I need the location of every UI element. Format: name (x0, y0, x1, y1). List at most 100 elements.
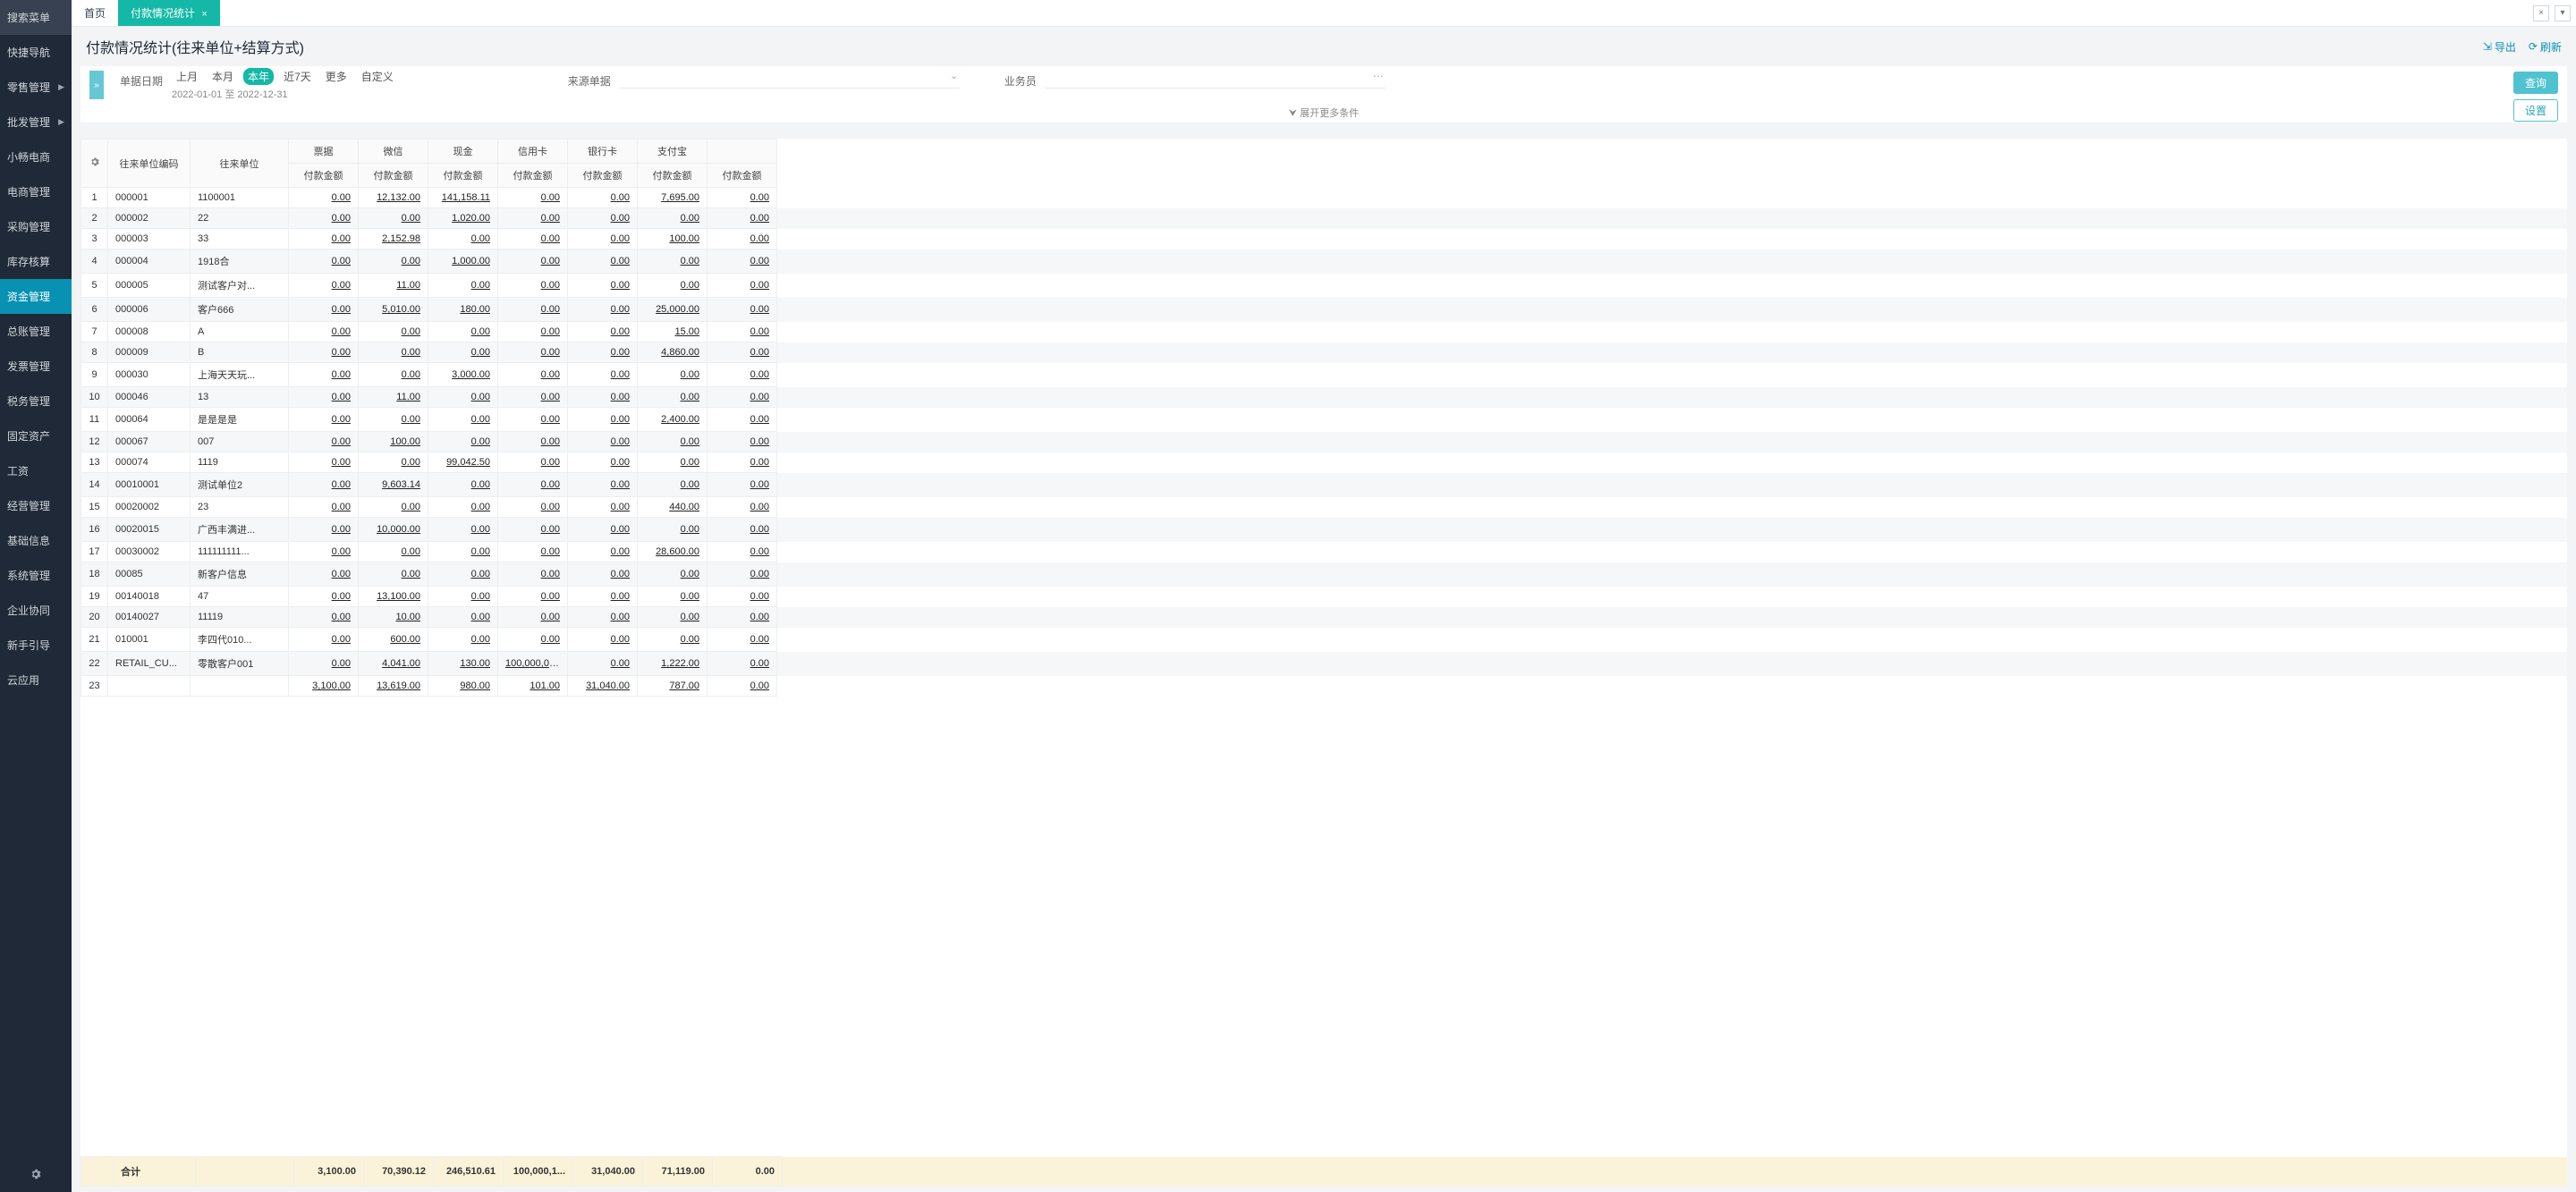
amount-link[interactable]: 28,600.00 (656, 546, 699, 557)
amount-link[interactable]: 0.00 (750, 681, 769, 691)
amount-link[interactable]: 0.00 (332, 392, 351, 402)
amount-link[interactable]: 0.00 (750, 569, 769, 579)
amount-link[interactable]: 0.00 (750, 369, 769, 380)
amount-link[interactable]: 0.00 (611, 658, 630, 669)
amount-link[interactable]: 0.00 (611, 304, 630, 315)
tab-close-all-icon[interactable]: × (2533, 5, 2549, 21)
col-partner-code[interactable]: 往来单位编码 (108, 139, 191, 188)
col-group-2[interactable]: 现金 (428, 139, 498, 164)
sidebar-item-cloud[interactable]: 云应用 (0, 663, 72, 697)
sidebar-item-guide[interactable]: 新手引导 (0, 628, 72, 663)
col-group-3[interactable]: 信用卡 (498, 139, 568, 164)
amount-link[interactable]: 0.00 (611, 280, 630, 291)
amount-link[interactable]: 0.00 (332, 591, 351, 602)
amount-link[interactable]: 0.00 (332, 369, 351, 380)
amount-link[interactable]: 600.00 (390, 634, 420, 645)
amount-link[interactable]: 0.00 (471, 479, 490, 490)
table-row[interactable]: 4 000004 1918合0.000.001,000.000.000.000.… (81, 249, 2568, 274)
refresh-button[interactable]: ⟳ 刷新 (2529, 39, 2562, 55)
source-input[interactable] (620, 68, 960, 89)
amount-link[interactable]: 0.00 (681, 369, 699, 380)
table-row[interactable]: 1 000001 11000010.0012,132.00141,158.110… (81, 188, 2568, 208)
sidebar-item-salary[interactable]: 工资 (0, 453, 72, 488)
table-row[interactable]: 7 000008 A0.000.000.000.000.0015.000.00 (81, 322, 2568, 342)
amount-link[interactable]: 0.00 (471, 591, 490, 602)
table-settings-icon[interactable] (81, 139, 108, 188)
amount-link[interactable]: 4,041.00 (382, 658, 420, 669)
amount-link[interactable]: 0.00 (611, 392, 630, 402)
amount-link[interactable]: 0.00 (471, 326, 490, 337)
amount-link[interactable]: 0.00 (611, 569, 630, 579)
amount-link[interactable]: 0.00 (541, 457, 560, 468)
amount-link[interactable]: 0.00 (611, 457, 630, 468)
sidebar-item-purchase[interactable]: 采购管理 (0, 209, 72, 244)
amount-link[interactable]: 0.00 (750, 213, 769, 224)
table-row[interactable]: 6 000006 客户6660.005,010.00180.000.000.00… (81, 298, 2568, 322)
amount-link[interactable]: 0.00 (750, 524, 769, 535)
tab-dropdown-icon[interactable]: ▾ (2555, 5, 2571, 21)
amount-link[interactable]: 10.00 (395, 612, 420, 622)
query-button[interactable]: 查询 (2513, 72, 2558, 94)
amount-link[interactable]: 0.00 (611, 326, 630, 337)
amount-link[interactable]: 0.00 (681, 524, 699, 535)
amount-link[interactable]: 0.00 (332, 546, 351, 557)
amount-link[interactable]: 0.00 (750, 414, 769, 425)
amount-link[interactable]: 0.00 (750, 256, 769, 266)
amount-link[interactable]: 0.00 (332, 612, 351, 622)
col-amount-3[interactable]: 付款金额 (498, 164, 568, 188)
sidebar-item-retail[interactable]: 零售管理▶ (0, 70, 72, 105)
sidebar-item-wholesale[interactable]: 批发管理▶ (0, 105, 72, 139)
amount-link[interactable]: 101.00 (530, 681, 560, 691)
table-row[interactable]: 16 00020015 广西丰满进...0.0010,000.000.000.0… (81, 518, 2568, 542)
amount-link[interactable]: 0.00 (332, 304, 351, 315)
date-option-4[interactable]: 更多 (321, 68, 352, 85)
amount-link[interactable]: 31,040.00 (586, 681, 630, 691)
amount-link[interactable]: 0.00 (611, 256, 630, 266)
amount-link[interactable]: 0.00 (402, 256, 420, 266)
amount-link[interactable]: 0.00 (681, 457, 699, 468)
amount-link[interactable]: 0.00 (750, 326, 769, 337)
col-amount-2[interactable]: 付款金额 (428, 164, 498, 188)
amount-link[interactable]: 0.00 (611, 347, 630, 358)
amount-link[interactable]: 0.00 (471, 569, 490, 579)
amount-link[interactable]: 0.00 (471, 436, 490, 447)
amount-link[interactable]: 0.00 (750, 591, 769, 602)
tab-payment-stats[interactable]: 付款情况统计 × (118, 0, 220, 26)
amount-link[interactable]: 13,619.00 (377, 681, 420, 691)
sidebar-item-tax[interactable]: 税务管理 (0, 384, 72, 418)
sidebar-item-quick-nav[interactable]: 快捷导航 (0, 35, 72, 70)
amount-link[interactable]: 0.00 (402, 369, 420, 380)
amount-link[interactable]: 0.00 (611, 436, 630, 447)
amount-link[interactable]: 0.00 (402, 546, 420, 557)
amount-link[interactable]: 0.00 (750, 280, 769, 291)
sidebar-item-assets[interactable]: 固定资产 (0, 418, 72, 453)
amount-link[interactable]: 0.00 (471, 546, 490, 557)
expand-more-filters[interactable]: ⮟ 展开更多条件 (80, 103, 2567, 123)
amount-link[interactable]: 0.00 (471, 634, 490, 645)
amount-link[interactable]: 12,132.00 (377, 192, 420, 203)
table-row[interactable]: 11 000064 是是是是0.000.000.000.000.002,400.… (81, 408, 2568, 432)
amount-link[interactable]: 0.00 (611, 233, 630, 244)
amount-link[interactable]: 15.00 (674, 326, 699, 337)
amount-link[interactable]: 0.00 (750, 436, 769, 447)
amount-link[interactable]: 0.00 (541, 326, 560, 337)
amount-link[interactable]: 0.00 (471, 280, 490, 291)
amount-link[interactable]: 0.00 (611, 502, 630, 512)
date-option-1[interactable]: 本月 (208, 68, 238, 85)
export-button[interactable]: ⇲ 导出 (2483, 39, 2516, 55)
amount-link[interactable]: 0.00 (541, 213, 560, 224)
col-amount-5[interactable]: 付款金额 (638, 164, 708, 188)
amount-link[interactable]: 25,000.00 (656, 304, 699, 315)
amount-link[interactable]: 100.00 (669, 233, 699, 244)
amount-link[interactable]: 180.00 (460, 304, 490, 315)
table-row[interactable]: 9 000030 上海天天玩...0.000.003,000.000.000.0… (81, 363, 2568, 387)
amount-link[interactable]: 100,000,000.00 (505, 658, 568, 669)
amount-link[interactable]: 0.00 (332, 192, 351, 203)
amount-link[interactable]: 0.00 (332, 457, 351, 468)
amount-link[interactable]: 9,603.14 (382, 479, 420, 490)
close-icon[interactable]: × (201, 9, 207, 20)
col-partner-name[interactable]: 往来单位 (191, 139, 289, 188)
amount-link[interactable]: 787.00 (669, 681, 699, 691)
amount-link[interactable]: 0.00 (332, 436, 351, 447)
amount-link[interactable]: 0.00 (402, 213, 420, 224)
